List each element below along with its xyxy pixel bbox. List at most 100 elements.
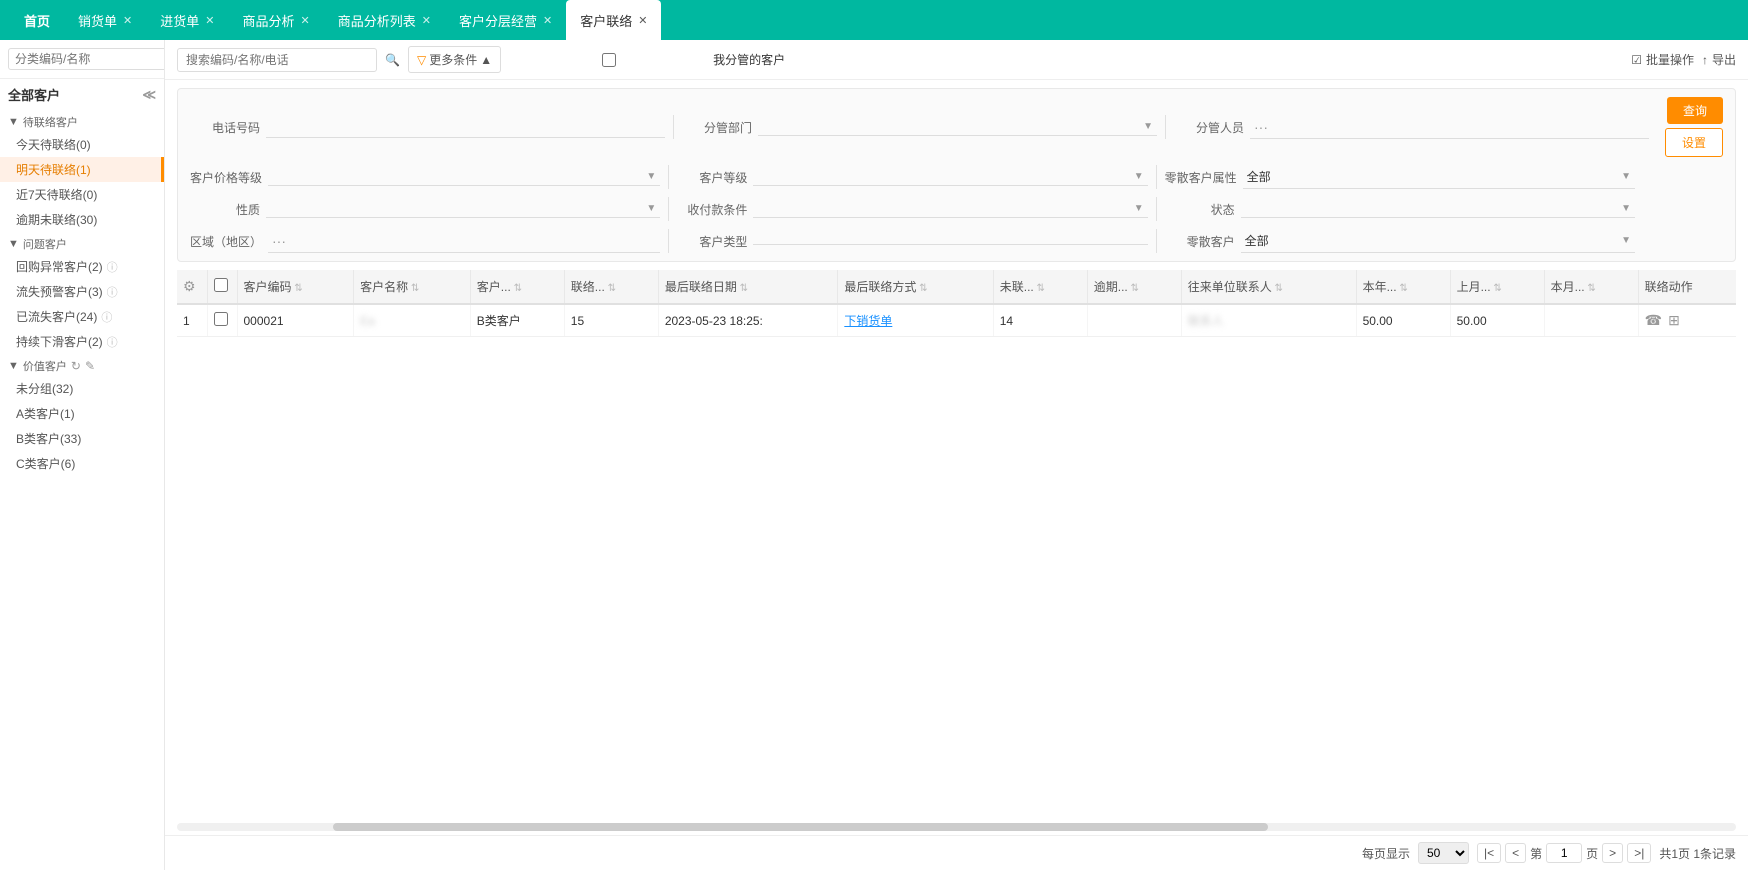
batch-op-btn[interactable]: ☑ 批量操作 — [1631, 51, 1694, 68]
customer-type-select[interactable] — [753, 238, 1147, 245]
checkbox-icon: ☑ — [1631, 53, 1642, 67]
sidebar-item-class-c[interactable]: C类客户(6) — [0, 451, 164, 476]
th-name[interactable]: 客户名称 — [354, 270, 471, 304]
th-this-year[interactable]: 本年... — [1356, 270, 1450, 304]
sidebar-item-repurchase[interactable]: 回购异常客户(2) ⓘ — [0, 254, 164, 279]
th-settings[interactable]: ⚙ — [177, 270, 207, 304]
sidebar-item-today[interactable]: 今天待联络(0) — [0, 132, 164, 157]
th-contact-count[interactable]: 联络... — [564, 270, 658, 304]
person-select[interactable]: ··· — [1250, 116, 1649, 139]
sidebar-item-7days[interactable]: 近7天待联络(0) — [0, 182, 164, 207]
row-partner-contact: 联系人 — [1181, 304, 1356, 337]
th-last-contact-date[interactable]: 最后联络日期 — [658, 270, 838, 304]
th-overdue[interactable]: 逾期... — [1087, 270, 1181, 304]
export-btn[interactable]: ↑ 导出 — [1702, 51, 1736, 68]
prev-page-btn[interactable]: < — [1505, 843, 1526, 863]
last-page-btn[interactable]: >| — [1627, 843, 1651, 863]
filter-payment: 收付款条件 ▼ — [677, 200, 1147, 218]
row-checkbox[interactable] — [207, 304, 237, 337]
close-customer-tier-icon[interactable]: ✕ — [543, 14, 552, 27]
select-all-checkbox[interactable] — [214, 278, 228, 292]
sidebar: 🔍 全部客户 ≪ ▼ 待联络客户 今天待联络(0) 明天待联络(1) 近7天待联… — [0, 40, 165, 870]
query-button[interactable]: 查询 — [1667, 97, 1723, 124]
first-page-btn[interactable]: |< — [1477, 843, 1501, 863]
scroll-hint[interactable] — [177, 823, 1736, 831]
more-dots-icon2[interactable]: ··· — [272, 233, 286, 249]
row-select-checkbox[interactable] — [214, 312, 228, 326]
retail-select[interactable]: 全部 ▼ — [1241, 229, 1635, 253]
per-page-select[interactable]: 50 20 100 200 — [1418, 842, 1469, 864]
nav-purchase[interactable]: 进货单 ✕ — [146, 0, 228, 40]
sidebar-item-tomorrow[interactable]: 明天待联络(1) — [0, 157, 164, 182]
th-partner-contact[interactable]: 往来单位联系人 — [1181, 270, 1356, 304]
page-input[interactable] — [1546, 843, 1582, 863]
filter-customer-level: 客户等级 ▼ — [677, 168, 1147, 186]
sidebar-item-churned[interactable]: 已流失客户(24) ⓘ — [0, 304, 164, 329]
more-conditions-btn[interactable]: ▽ 更多条件 ▲ — [408, 46, 501, 73]
settings-icon[interactable]: ⚙ — [183, 278, 196, 294]
th-this-month[interactable]: 本月... — [1544, 270, 1638, 304]
row-last-contact-date: 2023-05-23 18:25: — [658, 304, 838, 337]
bottom-bar: 每页显示 50 20 100 200 |< < 第 页 > >| 共1页 1条记… — [165, 835, 1748, 870]
nav-sales[interactable]: 销货单 ✕ — [64, 0, 146, 40]
row-name: Ea — [354, 304, 471, 337]
edit-icon[interactable]: ✎ — [85, 359, 95, 373]
scroll-thumb — [333, 823, 1268, 831]
dept-select[interactable]: ▼ — [758, 118, 1157, 136]
close-sales-icon[interactable]: ✕ — [123, 14, 132, 27]
close-purchase-icon[interactable]: ✕ — [205, 14, 214, 27]
phone-input[interactable] — [266, 117, 665, 138]
info-icon2: ⓘ — [107, 284, 118, 300]
payment-label: 收付款条件 — [677, 201, 747, 218]
row-last-contact-method[interactable]: 下销货单 — [838, 304, 993, 337]
action-icons: ☎ ⊞ — [1645, 312, 1730, 329]
close-goods-list-icon[interactable]: ✕ — [422, 14, 431, 27]
nav-customer-contact[interactable]: 客户联络 ✕ — [566, 0, 661, 40]
nature-select[interactable]: ▼ — [266, 200, 660, 218]
sidebar-search-input[interactable] — [8, 48, 165, 70]
sidebar-all-customers[interactable]: 全部客户 ≪ — [0, 79, 164, 110]
next-page-btn[interactable]: > — [1602, 843, 1623, 863]
phone-label: 电话号码 — [190, 119, 260, 136]
my-customers-checkbox-label[interactable]: 我分管的客户 — [509, 51, 785, 68]
th-checkbox[interactable] — [207, 270, 237, 304]
set-button[interactable]: 设置 — [1665, 128, 1723, 157]
nav-goods-list[interactable]: 商品分析列表 ✕ — [324, 0, 445, 40]
close-customer-contact-icon[interactable]: ✕ — [638, 14, 647, 27]
search-input[interactable] — [177, 48, 377, 72]
sidebar-item-class-b[interactable]: B类客户(33) — [0, 426, 164, 451]
refresh-icon[interactable]: ↻ — [71, 359, 81, 373]
sidebar-item-churn-warning[interactable]: 流失预警客户(3) ⓘ — [0, 279, 164, 304]
nav-customer-tier[interactable]: 客户分层经营 ✕ — [445, 0, 566, 40]
th-unlinked[interactable]: 未联... — [993, 270, 1087, 304]
th-last-contact-method[interactable]: 最后联络方式 — [838, 270, 993, 304]
payment-select[interactable]: ▼ — [753, 200, 1147, 218]
my-customers-checkbox[interactable] — [509, 53, 709, 67]
row-this-month — [1544, 304, 1638, 337]
sidebar-item-ungrouped[interactable]: 未分组(32) — [0, 376, 164, 401]
region-select[interactable]: ··· — [268, 230, 660, 253]
sidebar-item-overdue[interactable]: 逾期未联络(30) — [0, 207, 164, 232]
close-goods-analysis-icon[interactable]: ✕ — [301, 14, 310, 27]
search-icon[interactable]: 🔍 — [385, 53, 400, 67]
nav-home[interactable]: 首页 — [10, 0, 64, 40]
phone-action-icon[interactable]: ☎ — [1645, 312, 1662, 329]
sidebar-item-declining[interactable]: 持续下滑客户(2) ⓘ — [0, 329, 164, 354]
th-customer-type[interactable]: 客户... — [470, 270, 564, 304]
price-level-select[interactable]: ▼ — [268, 168, 660, 186]
more-dots-icon[interactable]: ··· — [1254, 119, 1268, 135]
contact-method-link[interactable]: 下销货单 — [844, 314, 892, 328]
sidebar-item-class-a[interactable]: A类客户(1) — [0, 401, 164, 426]
collapse-icon[interactable]: ≪ — [142, 87, 156, 103]
info-icon: ⓘ — [107, 259, 118, 275]
row-customer-type: B类客户 — [470, 304, 564, 337]
filter-customer-type: 客户类型 — [677, 233, 1147, 250]
th-last-month[interactable]: 上月... — [1450, 270, 1544, 304]
retail-attr-select[interactable]: 全部 ▼ — [1243, 165, 1635, 189]
th-code[interactable]: 客户编码 — [237, 270, 354, 304]
nav-goods-analysis[interactable]: 商品分析 ✕ — [228, 0, 323, 40]
customer-level-select[interactable]: ▼ — [753, 168, 1147, 186]
status-select[interactable]: ▼ — [1241, 200, 1635, 218]
grid-action-icon[interactable]: ⊞ — [1668, 312, 1680, 329]
chevron-down-icon6: ▼ — [1134, 203, 1144, 214]
